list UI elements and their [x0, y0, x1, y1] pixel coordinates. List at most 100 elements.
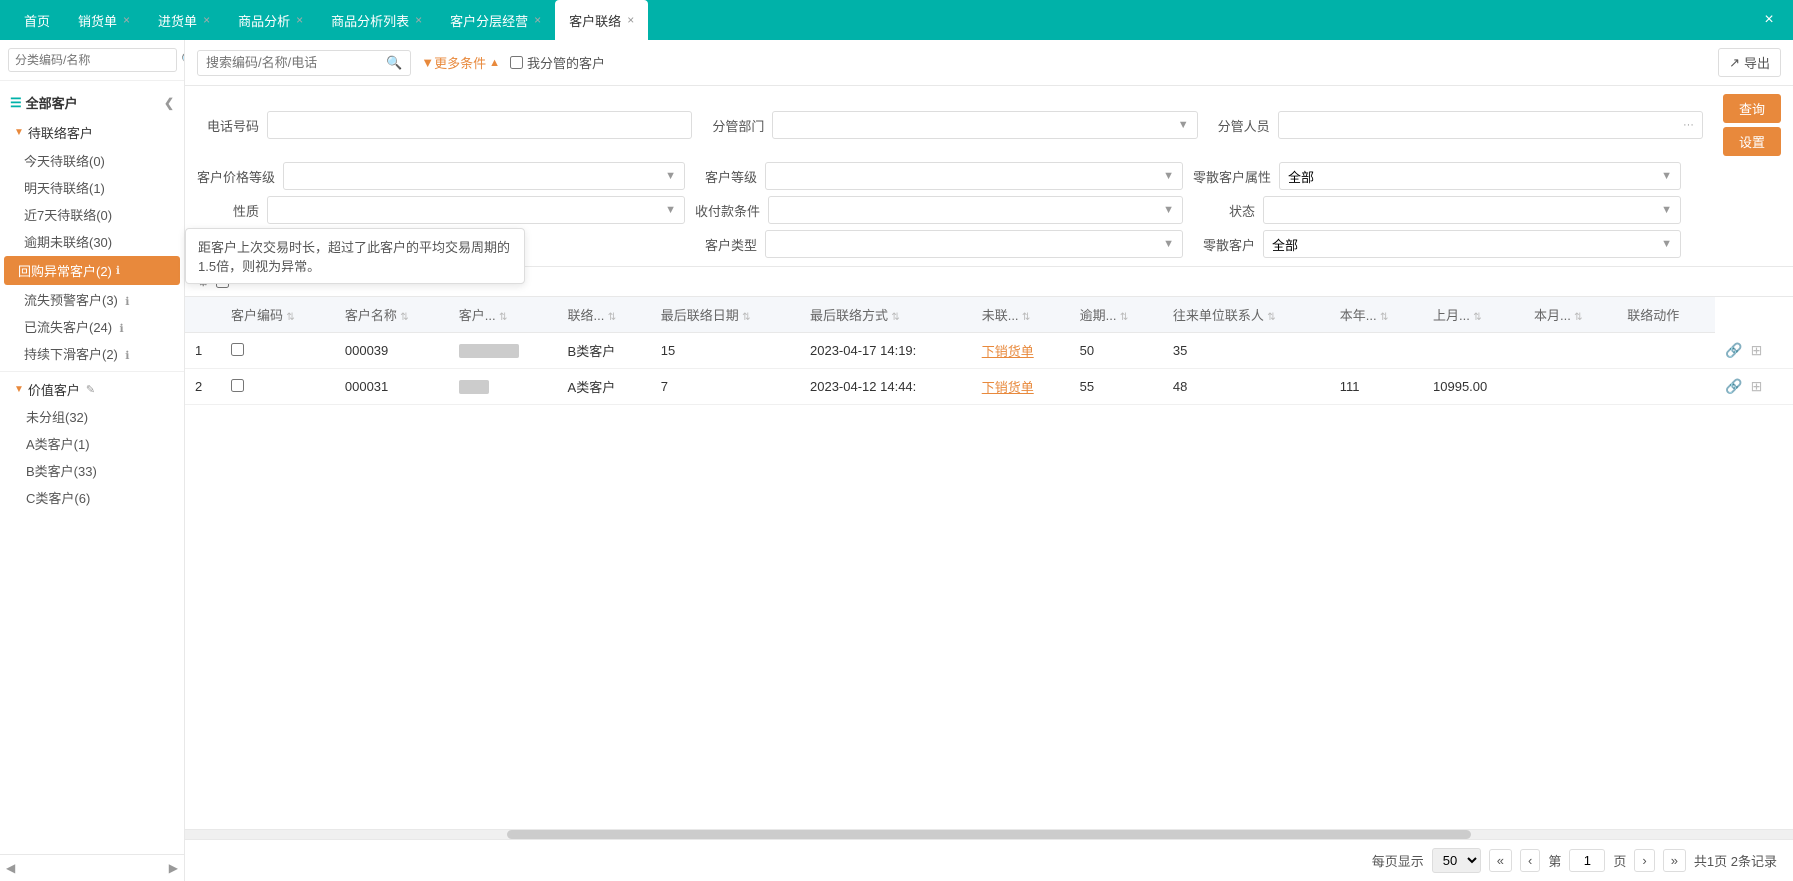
- sidebar-item-class-a[interactable]: A类客户(1): [0, 430, 184, 457]
- row2-select-checkbox[interactable]: [231, 379, 244, 392]
- sidebar-value-group[interactable]: ▼ 价值客户 ✎: [0, 376, 184, 403]
- sidebar-collapse-btn[interactable]: ❮: [164, 96, 174, 110]
- sidebar-item-ungrouped[interactable]: 未分组(32): [0, 403, 184, 430]
- sort-code-icon[interactable]: ⇅: [286, 312, 294, 323]
- row2-link-icon[interactable]: 🔗: [1725, 378, 1742, 395]
- customer-grade-field: 客户等级 ▼: [695, 162, 1183, 190]
- row2-contact-method-link[interactable]: 下销货单: [982, 380, 1034, 395]
- col-code[interactable]: 客户编码 ⇅: [221, 297, 335, 333]
- row2-grid-icon[interactable]: ⊞: [1751, 378, 1763, 395]
- sort-this-year-icon[interactable]: ⇅: [1380, 312, 1388, 323]
- sidebar-item-class-c[interactable]: C类客户(6): [0, 484, 184, 511]
- sidebar-item-declining[interactable]: 持续下滑客户(2) ℹ: [0, 340, 184, 367]
- last-page-button[interactable]: »: [1663, 849, 1686, 872]
- col-this-month[interactable]: 本月... ⇅: [1524, 297, 1617, 333]
- scrollbar-thumb[interactable]: [507, 830, 1472, 839]
- col-overdue[interactable]: 逾期... ⇅: [1070, 297, 1163, 333]
- sidebar-item-7days[interactable]: 近7天待联络(0): [0, 201, 184, 228]
- page-input[interactable]: [1569, 849, 1605, 872]
- nav-home[interactable]: 首页: [10, 0, 64, 40]
- customer-type-select[interactable]: ▼: [765, 230, 1183, 258]
- search-input[interactable]: [206, 55, 382, 70]
- search-icon[interactable]: 🔍: [386, 55, 402, 71]
- sort-method-icon[interactable]: ⇅: [891, 312, 899, 323]
- sidebar-item-churn-warning[interactable]: 流失预警客户(3) ℹ: [0, 286, 184, 313]
- sort-this-month-icon[interactable]: ⇅: [1574, 312, 1582, 323]
- row1-link-icon[interactable]: 🔗: [1725, 342, 1742, 359]
- col-contacts[interactable]: 往来单位联系人 ⇅: [1163, 297, 1330, 333]
- payment-select[interactable]: ▼: [768, 196, 1183, 224]
- close-product-analysis[interactable]: ×: [296, 13, 303, 27]
- col-name[interactable]: 客户名称 ⇅: [335, 297, 449, 333]
- prev-page-button[interactable]: ‹: [1520, 849, 1540, 872]
- first-page-button[interactable]: «: [1489, 849, 1512, 872]
- value-group-edit-icon[interactable]: ✎: [86, 383, 95, 396]
- sort-overdue-icon[interactable]: ⇅: [1120, 312, 1128, 323]
- table-header-row: 客户编码 ⇅ 客户名称 ⇅ 客户... ⇅: [185, 297, 1793, 333]
- page-size-select[interactable]: 50: [1432, 848, 1481, 873]
- sidebar-all-customers[interactable]: ☰ 全部客户 ❮: [0, 87, 184, 118]
- sort-last-month-icon[interactable]: ⇅: [1473, 312, 1481, 323]
- sort-contact-icon[interactable]: ⇅: [608, 312, 616, 323]
- sidebar-expand-left-icon[interactable]: ◀: [6, 861, 15, 875]
- col-contact-count[interactable]: 联络... ⇅: [558, 297, 651, 333]
- sidebar-item-tomorrow[interactable]: 明天待联络(1): [0, 174, 184, 201]
- retail-attr-field: 零散客户属性 全部 ▼: [1193, 162, 1681, 190]
- sort-name-icon[interactable]: ⇅: [400, 312, 408, 323]
- retail-customer-select[interactable]: 全部 ▼: [1263, 230, 1681, 258]
- col-customer-type[interactable]: 客户... ⇅: [449, 297, 558, 333]
- repurchase-anomaly-info-icon[interactable]: ℹ: [116, 264, 120, 277]
- row1-grid-icon[interactable]: ⊞: [1751, 342, 1763, 359]
- department-select[interactable]: ▼: [772, 111, 1197, 139]
- sort-date-icon[interactable]: ⇅: [742, 312, 750, 323]
- settings-button[interactable]: 设置: [1723, 127, 1781, 156]
- sidebar-pending-group[interactable]: ▼ 待联络客户: [0, 118, 184, 147]
- phone-input[interactable]: [267, 111, 692, 139]
- sidebar-expand-right-icon[interactable]: ▶: [169, 861, 178, 875]
- sidebar-item-overdue[interactable]: 逾期未联络(30): [0, 228, 184, 255]
- nav-purchase-order[interactable]: 进货单 ×: [144, 0, 224, 40]
- nature-select[interactable]: ▼: [267, 196, 685, 224]
- sidebar-item-today[interactable]: 今天待联络(0): [0, 147, 184, 174]
- nav-product-analysis[interactable]: 商品分析 ×: [224, 0, 317, 40]
- col-last-month[interactable]: 上月... ⇅: [1423, 297, 1524, 333]
- col-this-year[interactable]: 本年... ⇅: [1330, 297, 1423, 333]
- query-button[interactable]: 查询: [1723, 94, 1781, 123]
- nav-sales-order[interactable]: 销货单 ×: [64, 0, 144, 40]
- col-last-contact-method[interactable]: 最后联络方式 ⇅: [800, 297, 972, 333]
- sort-not-contacted-icon[interactable]: ⇅: [1022, 312, 1030, 323]
- nav-customer-segmentation[interactable]: 客户分层经营 ×: [436, 0, 555, 40]
- nav-customer-contact[interactable]: 客户联络 ×: [555, 0, 648, 40]
- row1-select-checkbox[interactable]: [231, 343, 244, 356]
- customer-grade-caret-icon: ▼: [1163, 170, 1174, 182]
- close-customer-contact[interactable]: ×: [627, 13, 634, 27]
- next-page-button[interactable]: ›: [1634, 849, 1654, 872]
- nature-field: 性质 ▼: [197, 196, 685, 224]
- manager-select[interactable]: ···: [1278, 111, 1703, 139]
- status-select[interactable]: ▼: [1263, 196, 1681, 224]
- churn-warning-info-icon: ℹ: [125, 296, 129, 308]
- col-not-contacted[interactable]: 未联... ⇅: [972, 297, 1070, 333]
- window-close-button[interactable]: ×: [1755, 6, 1783, 34]
- more-conditions-btn[interactable]: ▼ 更多条件 ▲: [421, 53, 500, 72]
- my-customers-checkbox[interactable]: [510, 56, 523, 69]
- export-button[interactable]: ↗ 导出: [1718, 48, 1781, 77]
- close-product-analysis-list[interactable]: ×: [415, 13, 422, 27]
- customer-grade-select[interactable]: ▼: [765, 162, 1183, 190]
- sidebar-item-repurchase-anomaly[interactable]: 回购异常客户(2) ℹ: [4, 256, 180, 285]
- nav-product-analysis-list[interactable]: 商品分析列表 ×: [317, 0, 436, 40]
- close-customer-segmentation[interactable]: ×: [534, 13, 541, 27]
- sort-type-icon[interactable]: ⇅: [499, 312, 507, 323]
- price-level-select[interactable]: ▼: [283, 162, 685, 190]
- sort-contacts-icon[interactable]: ⇅: [1267, 312, 1275, 323]
- col-last-contact-date[interactable]: 最后联络日期 ⇅: [651, 297, 800, 333]
- row1-contact-method-link[interactable]: 下销货单: [982, 344, 1034, 359]
- sidebar-item-class-b[interactable]: B类客户(33): [0, 457, 184, 484]
- close-purchase-order[interactable]: ×: [203, 13, 210, 27]
- customer-type-caret-icon: ▼: [1163, 238, 1174, 250]
- close-sales-order[interactable]: ×: [123, 13, 130, 27]
- horizontal-scrollbar[interactable]: [185, 829, 1793, 839]
- sidebar-item-churned[interactable]: 已流失客户(24) ℹ: [0, 313, 184, 340]
- sidebar-search-input[interactable]: [8, 48, 177, 72]
- retail-attr-select[interactable]: 全部 ▼: [1279, 162, 1681, 190]
